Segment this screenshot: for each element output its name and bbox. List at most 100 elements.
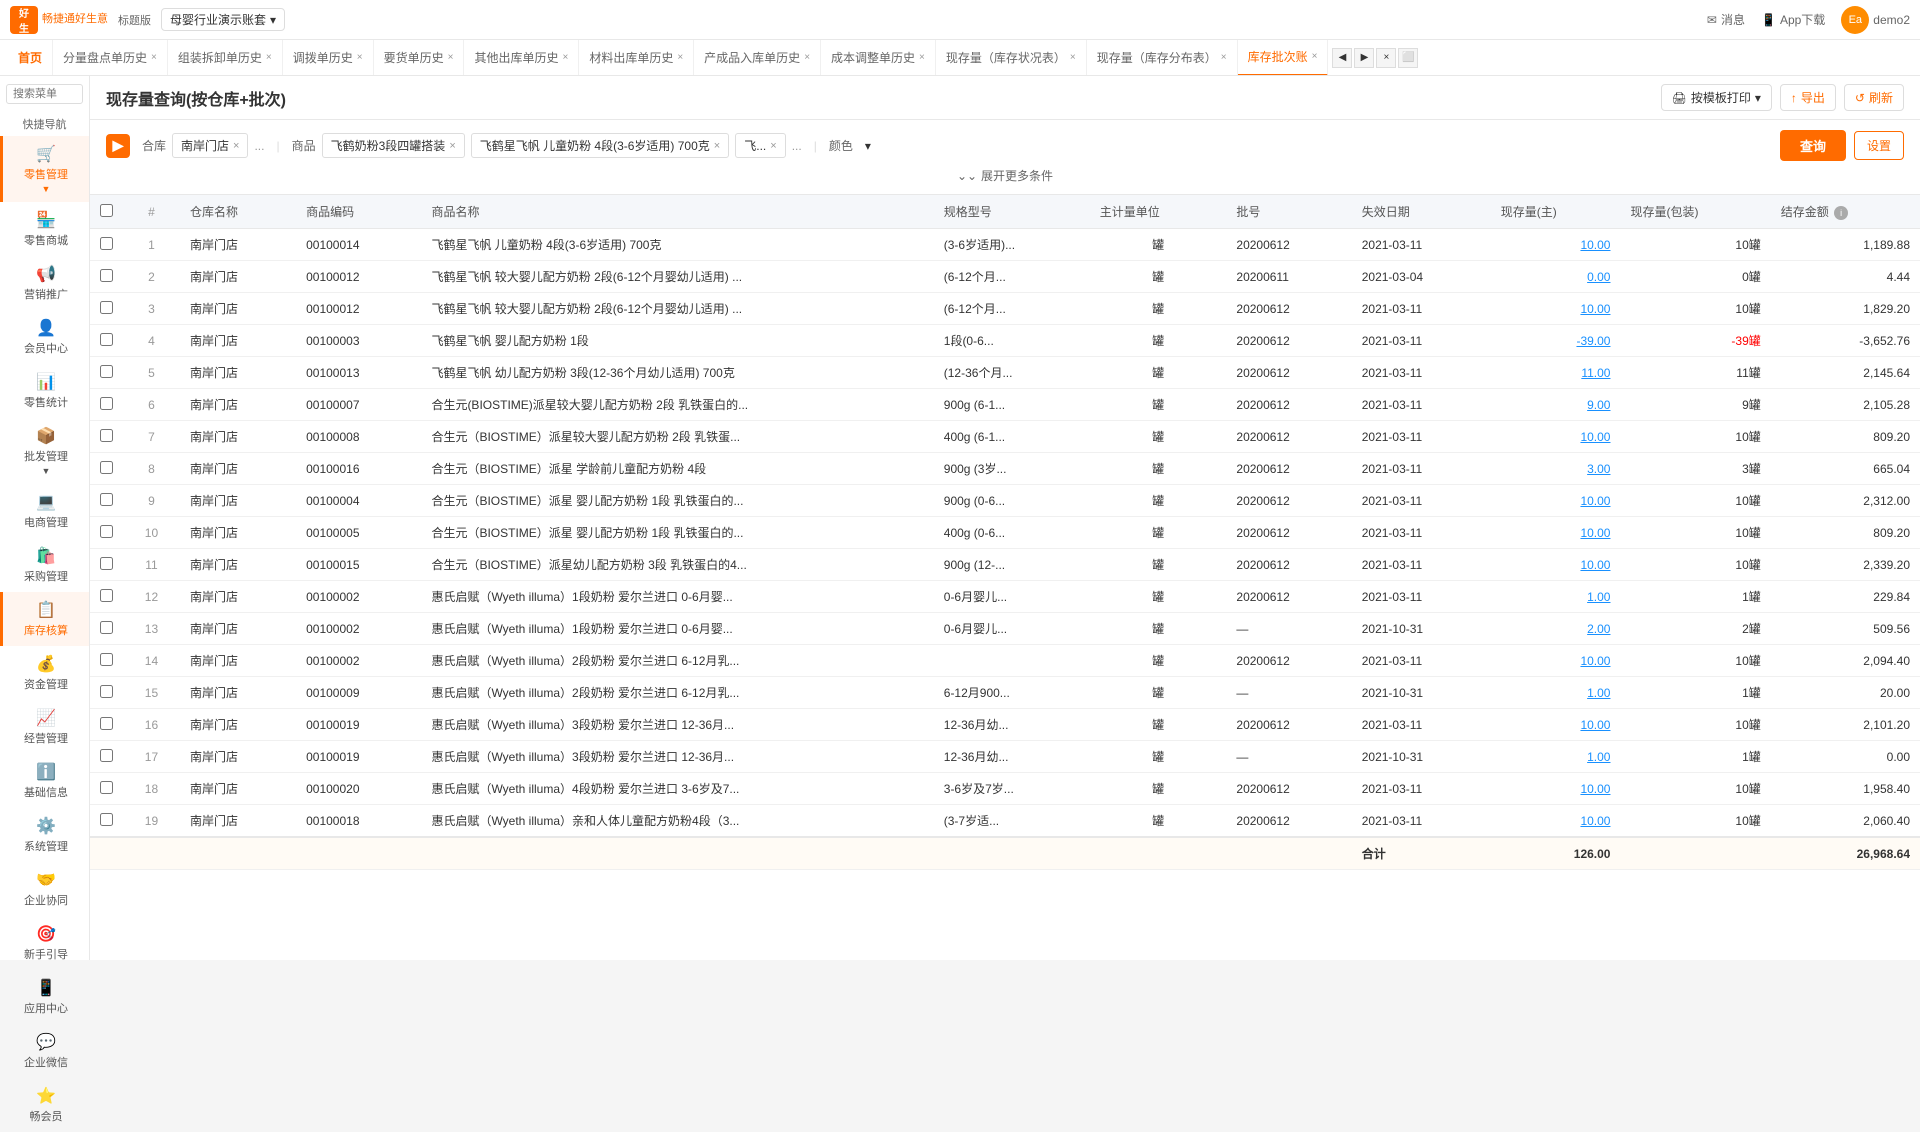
sidebar-item-stats[interactable]: 📊 零售统计 [0, 364, 89, 418]
qty-main-link[interactable]: 10.00 [1580, 430, 1610, 444]
qty-main-link[interactable]: 0.00 [1587, 270, 1610, 284]
qty-main-link[interactable]: 10.00 [1580, 494, 1610, 508]
tab-maximize[interactable]: ⬜ [1398, 48, 1418, 68]
qty-main-link[interactable]: 1.00 [1587, 686, 1610, 700]
app-download-button[interactable]: 📱 App下载 [1761, 11, 1825, 28]
product-more[interactable]: ... [792, 139, 802, 153]
amount-info-icon[interactable]: i [1834, 206, 1848, 220]
row-checkbox[interactable] [100, 781, 113, 794]
qty-main-link[interactable]: 10.00 [1580, 238, 1610, 252]
qty-main-link[interactable]: 10.00 [1580, 814, 1610, 828]
tab-chengpin[interactable]: 产成品入库单历史 × [694, 40, 821, 76]
row-checkbox[interactable] [100, 525, 113, 538]
tab-fenpan[interactable]: 分量盘点单历史 × [53, 40, 168, 76]
sidebar-nav-label[interactable]: 快捷导航 [0, 112, 89, 136]
row-checkbox[interactable] [100, 589, 113, 602]
tab-home[interactable]: 首页 [8, 40, 53, 76]
close-icon[interactable]: × [448, 52, 454, 63]
filter-expand-button[interactable]: ▶ [106, 134, 130, 158]
color-dropdown-arrow[interactable]: ▾ [865, 139, 871, 153]
sidebar-item-wechat[interactable]: 💬 企业微信 [0, 1024, 89, 1078]
sidebar-item-basic[interactable]: ℹ️ 基础信息 [0, 754, 89, 808]
sidebar-item-vip[interactable]: ⭐ 畅会员 [0, 1078, 89, 1132]
row-checkbox[interactable] [100, 397, 113, 410]
tab-xiancun1[interactable]: 现存量（库存状况表） × [936, 40, 1087, 76]
sidebar-item-inventory[interactable]: 📋 库存核算 [0, 592, 89, 646]
qty-main-link[interactable]: 1.00 [1587, 750, 1610, 764]
close-icon[interactable]: × [562, 52, 568, 63]
row-checkbox[interactable] [100, 717, 113, 730]
refresh-button[interactable]: ↺ 刷新 [1844, 84, 1904, 111]
close-icon[interactable]: × [677, 52, 683, 63]
warehouse-tag[interactable]: 南岸门店 × [172, 133, 248, 158]
sidebar-item-operations[interactable]: 📈 经营管理 [0, 700, 89, 754]
search-input[interactable] [6, 84, 83, 104]
tab-diaopo[interactable]: 调拨单历史 × [283, 40, 374, 76]
sidebar-item-ecommerce[interactable]: 💻 电商管理 [0, 484, 89, 538]
tab-close-all[interactable]: × [1376, 48, 1396, 68]
product-tag-close[interactable]: × [770, 140, 776, 152]
qty-main-link[interactable]: 9.00 [1587, 398, 1610, 412]
row-checkbox[interactable] [100, 461, 113, 474]
qty-main-link[interactable]: 10.00 [1580, 526, 1610, 540]
close-icon[interactable]: × [266, 52, 272, 63]
qty-main-link[interactable]: 3.00 [1587, 462, 1610, 476]
sidebar-item-marketing[interactable]: 📢 营销推广 [0, 256, 89, 310]
qty-main-link[interactable]: 10.00 [1580, 782, 1610, 796]
tab-kucun[interactable]: 库存批次账 × [1238, 40, 1329, 76]
close-icon[interactable]: × [1221, 52, 1227, 63]
search-button[interactable]: 查询 [1780, 130, 1846, 161]
tab-qita[interactable]: 其他出库单历史 × [464, 40, 579, 76]
sidebar-item-collab[interactable]: 🤝 企业协同 [0, 862, 89, 916]
row-checkbox[interactable] [100, 333, 113, 346]
qty-main-link[interactable]: 2.00 [1587, 622, 1610, 636]
qty-main-link[interactable]: -39.00 [1576, 334, 1610, 348]
close-icon[interactable]: × [1070, 52, 1076, 63]
sidebar-item-system[interactable]: ⚙️ 系统管理 [0, 808, 89, 862]
tab-prev-arrow[interactable]: ◀ [1332, 48, 1352, 68]
product-tag-3[interactable]: 飞... × [735, 133, 785, 158]
sidebar-item-member[interactable]: 👤 会员中心 [0, 310, 89, 364]
row-checkbox[interactable] [100, 653, 113, 666]
row-checkbox[interactable] [100, 429, 113, 442]
qty-main-link[interactable]: 1.00 [1587, 590, 1610, 604]
message-button[interactable]: ✉ 消息 [1707, 11, 1745, 28]
sidebar-item-wholesale[interactable]: 📦 批发管理 ▼ [0, 418, 89, 484]
qty-main-link[interactable]: 10.00 [1580, 654, 1610, 668]
sidebar-item-guide[interactable]: 🎯 新手引导 [0, 916, 89, 970]
row-checkbox[interactable] [100, 813, 113, 826]
tab-next-arrow[interactable]: ▶ [1354, 48, 1374, 68]
tab-chengben[interactable]: 成本调整单历史 × [821, 40, 936, 76]
product-tag-close[interactable]: × [449, 140, 455, 152]
expand-conditions-button[interactable]: ⌄⌄ 展开更多条件 [106, 167, 1904, 184]
tab-yaohuo[interactable]: 要货单历史 × [374, 40, 465, 76]
product-tag-2[interactable]: 飞鹤星飞帆 儿童奶粉 4段(3-6岁适用) 700克 × [471, 133, 729, 158]
close-icon[interactable]: × [804, 52, 810, 63]
tab-xiancun2[interactable]: 现存量（库存分布表） × [1087, 40, 1238, 76]
warehouse-more[interactable]: ... [254, 139, 264, 153]
row-checkbox[interactable] [100, 557, 113, 570]
row-checkbox[interactable] [100, 621, 113, 634]
sidebar-item-appcenter[interactable]: 📱 应用中心 [0, 970, 89, 1024]
row-checkbox[interactable] [100, 301, 113, 314]
row-checkbox[interactable] [100, 685, 113, 698]
product-tag-1[interactable]: 飞鹤奶粉3段四罐搭装 × [322, 133, 465, 158]
product-tag-close[interactable]: × [714, 140, 720, 152]
qty-main-link[interactable]: 10.00 [1580, 718, 1610, 732]
row-checkbox[interactable] [100, 269, 113, 282]
sidebar-item-retail[interactable]: 🛒 零售管理 ▼ [0, 136, 89, 202]
row-checkbox[interactable] [100, 365, 113, 378]
close-icon[interactable]: × [919, 52, 925, 63]
tab-cailiao[interactable]: 材料出库单历史 × [579, 40, 694, 76]
user-menu[interactable]: Ea demo2 [1841, 6, 1910, 34]
warehouse-tag-close[interactable]: × [233, 140, 239, 152]
tab-zuzhuang[interactable]: 组装拆卸单历史 × [168, 40, 283, 76]
template-print-button[interactable]: 🖨 按模板打印 ▾ [1661, 84, 1772, 111]
close-icon[interactable]: × [1312, 51, 1318, 62]
qty-main-link[interactable]: 11.00 [1581, 366, 1610, 380]
qty-main-link[interactable]: 10.00 [1580, 302, 1610, 316]
export-button[interactable]: ↑ 导出 [1780, 84, 1836, 111]
workspace-selector[interactable]: 母婴行业演示账套 ▾ [161, 8, 285, 31]
sidebar-item-finance[interactable]: 💰 资金管理 [0, 646, 89, 700]
qty-main-link[interactable]: 10.00 [1580, 558, 1610, 572]
